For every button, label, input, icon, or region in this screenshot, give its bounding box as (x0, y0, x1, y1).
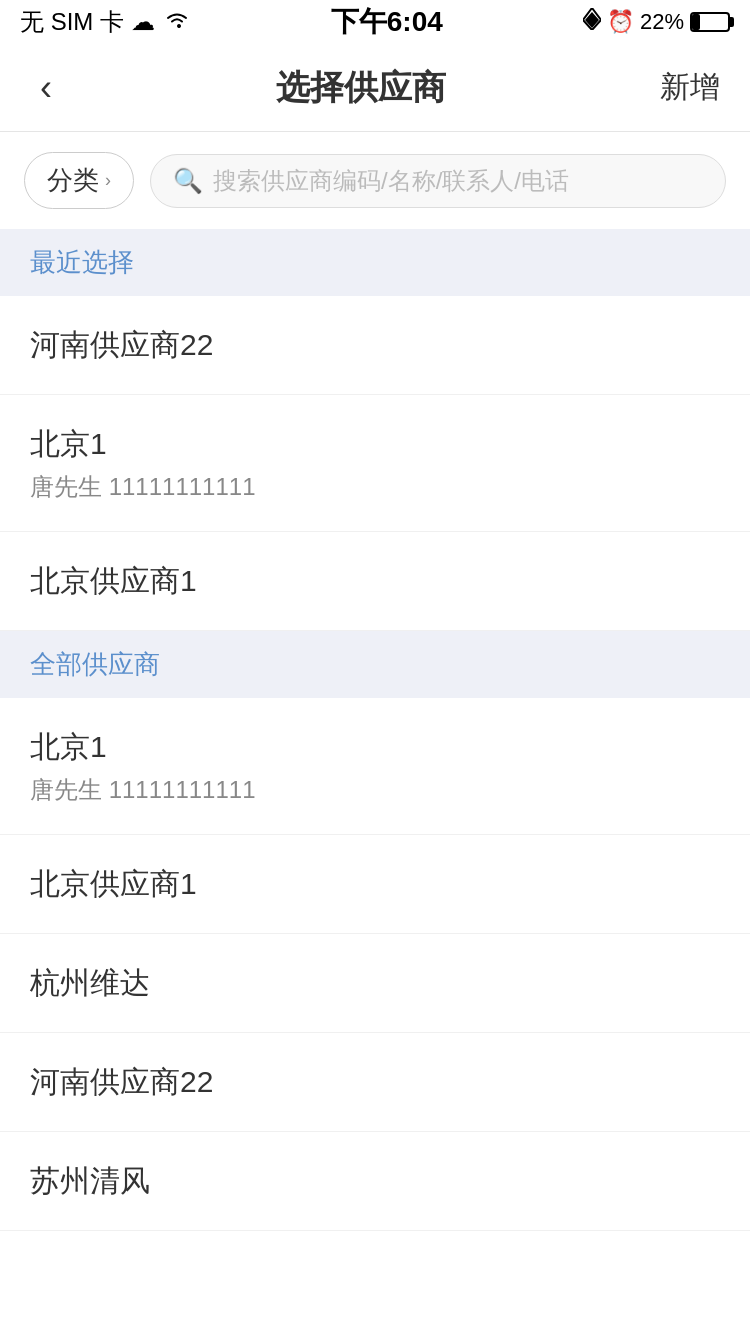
status-right: ⏰ 22% (583, 8, 730, 36)
item-sub: 唐先生 11111111111 (30, 774, 720, 806)
list-item[interactable]: 苏州清风 (0, 1132, 750, 1231)
page-title: 选择供应商 (276, 65, 446, 111)
item-sub: 唐先生 11111111111 (30, 471, 720, 503)
back-button[interactable]: ‹ (30, 57, 62, 119)
list-item[interactable]: 北京供应商1 (0, 835, 750, 934)
battery-label: 22% (640, 9, 684, 35)
item-name: 北京供应商1 (30, 560, 720, 602)
all-section-header: 全部供应商 (0, 631, 750, 698)
alarm-icon: ⏰ (607, 9, 634, 35)
search-placeholder: 搜索供应商编码/名称/联系人/电话 (213, 165, 569, 197)
item-name: 北京1 (30, 423, 720, 465)
category-filter-button[interactable]: 分类 › (24, 152, 134, 209)
list-item[interactable]: 北京1 唐先生 11111111111 (0, 395, 750, 532)
all-list: 北京1 唐先生 11111111111 北京供应商1 杭州维达河南供应商22 苏州清风 (0, 698, 750, 1231)
recent-section-header: 最近选择 (0, 229, 750, 296)
recent-section-label: 最近选择 (30, 247, 134, 277)
nav-bar: ‹ 选择供应商 新增 (0, 44, 750, 132)
filter-bar: 分类 › 🔍 搜索供应商编码/名称/联系人/电话 (0, 132, 750, 229)
all-section-label: 全部供应商 (30, 649, 160, 679)
list-item[interactable]: 河南供应商22 (0, 296, 750, 395)
item-name: 河南供应商22 (30, 324, 720, 366)
status-bar: 无 SIM 卡 ☁ 下午6:04 ⏰ 22% (0, 0, 750, 44)
search-box[interactable]: 🔍 搜索供应商编码/名称/联系人/电话 (150, 154, 726, 208)
category-label: 分类 (47, 163, 99, 198)
list-item[interactable]: 河南供应商22 (0, 1033, 750, 1132)
list-item[interactable]: 杭州维达 (0, 934, 750, 1033)
list-item[interactable]: 北京1 唐先生 11111111111 (0, 698, 750, 835)
battery-icon (690, 12, 730, 32)
location-icon (583, 8, 601, 36)
chevron-right-icon: › (105, 170, 111, 191)
status-left: 无 SIM 卡 ☁ (20, 6, 191, 38)
search-icon: 🔍 (173, 167, 203, 195)
item-name: 北京1 (30, 726, 720, 768)
item-name: 杭州维达 (30, 962, 720, 1004)
item-name: 苏州清风 (30, 1160, 720, 1202)
wifi-icon (163, 8, 191, 36)
recent-list: 河南供应商22 北京1 唐先生 11111111111 北京供应商1 (0, 296, 750, 631)
status-time: 下午6:04 (331, 3, 443, 41)
item-name: 河南供应商22 (30, 1061, 720, 1103)
list-item[interactable]: 北京供应商1 (0, 532, 750, 631)
add-button[interactable]: 新增 (660, 67, 720, 108)
item-name: 北京供应商1 (30, 863, 720, 905)
sim-label: 无 SIM 卡 ☁ (20, 6, 155, 38)
